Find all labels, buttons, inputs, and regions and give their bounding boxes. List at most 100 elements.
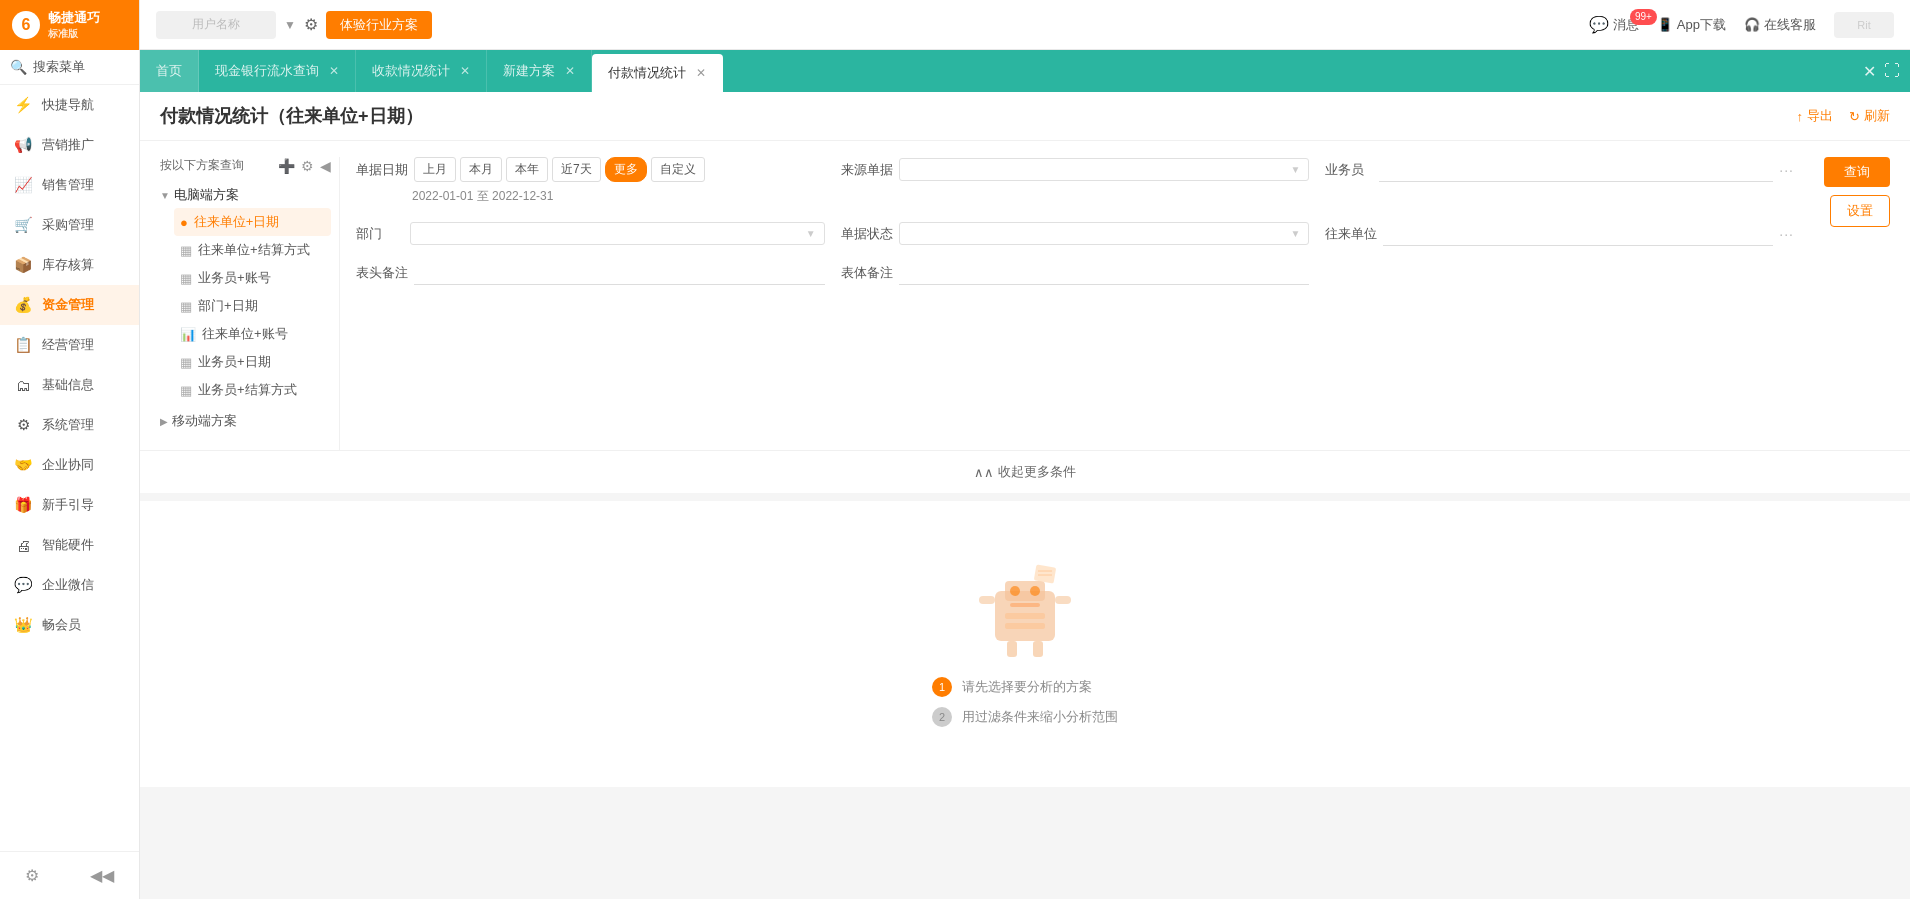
svg-rect-8 xyxy=(1033,641,1043,657)
collapse-more-button[interactable]: ∧∧ 收起更多条件 xyxy=(974,463,1076,481)
counterpart-dots[interactable]: ··· xyxy=(1779,226,1794,242)
user-avatar[interactable]: Rit xyxy=(1834,12,1894,38)
sidebar-item-inventory[interactable]: 📦 库存核算 xyxy=(0,245,139,285)
sidebar-item-label: 系统管理 xyxy=(42,416,94,434)
sidebar-bottom: ⚙ ◀◀ xyxy=(0,851,139,899)
export-button[interactable]: ↑ 导出 xyxy=(1797,107,1834,125)
sidebar-item-label: 销售管理 xyxy=(42,176,94,194)
scheme-collapse-icon[interactable]: ◀ xyxy=(320,158,331,174)
scheme-item-icon: ▦ xyxy=(180,383,192,398)
sidebar-item-system[interactable]: ⚙ 系统管理 xyxy=(0,405,139,445)
svg-rect-4 xyxy=(1010,603,1040,607)
tab-receipt-stats-label: 收款情况统计 xyxy=(372,62,450,80)
tab-new-scheme[interactable]: 新建方案 ✕ xyxy=(487,50,592,92)
marketing-icon: 📢 xyxy=(14,136,32,154)
search-menu[interactable]: 🔍 搜索菜单 xyxy=(0,50,139,85)
app-download-button[interactable]: 📱 App下载 xyxy=(1657,16,1726,34)
tab-close-all-button[interactable]: ✕ xyxy=(1863,62,1876,81)
filter-settings-button[interactable]: 设置 xyxy=(1830,195,1890,227)
counterpart-input[interactable] xyxy=(1383,221,1773,246)
tab-receipt-stats-close[interactable]: ✕ xyxy=(460,64,470,78)
collapse-sidebar-icon[interactable]: ◀◀ xyxy=(84,860,120,891)
scheme-settings-icon[interactable]: ⚙ xyxy=(301,158,314,174)
sidebar-item-label: 企业微信 xyxy=(42,576,94,594)
salesman-input[interactable] xyxy=(1379,157,1773,182)
sidebar-item-wechat[interactable]: 💬 企业微信 xyxy=(0,565,139,605)
page-title: 付款情况统计（往来单位+日期） xyxy=(160,104,423,128)
tab-maximize-button[interactable]: ⛶ xyxy=(1884,62,1900,80)
refresh-icon: ↻ xyxy=(1849,109,1860,124)
scheme-item-dept-date[interactable]: ▦ 部门+日期 xyxy=(174,292,331,320)
settings-bottom-icon[interactable]: ⚙ xyxy=(19,860,45,891)
scheme-item-counterpart-account[interactable]: 📊 往来单位+账号 xyxy=(174,320,331,348)
step-num-1: 1 xyxy=(932,677,952,697)
step-1-label: 请先选择要分析的方案 xyxy=(962,678,1092,696)
scheme-item-icon: ▦ xyxy=(180,355,192,370)
online-service-button[interactable]: 🎧 在线客服 xyxy=(1744,16,1816,34)
date-btn-custom[interactable]: 自定义 xyxy=(651,157,705,182)
scheme-header-label: 按以下方案查询 xyxy=(160,157,244,174)
sidebar-item-basic-info[interactable]: 🗂 基础信息 xyxy=(0,365,139,405)
sidebar-item-operation[interactable]: 📋 经营管理 xyxy=(0,325,139,365)
sidebar-item-guide[interactable]: 🎁 新手引导 xyxy=(0,485,139,525)
dept-select[interactable]: ▼ xyxy=(410,222,825,245)
desktop-group-header[interactable]: ▼ 电脑端方案 xyxy=(160,182,331,208)
try-industry-button[interactable]: 体验行业方案 xyxy=(326,11,432,39)
app-edition: 标准版 xyxy=(48,27,100,41)
scheme-item-salesman-date[interactable]: ▦ 业务员+日期 xyxy=(174,348,331,376)
tab-home[interactable]: 首页 xyxy=(140,50,199,92)
tab-payment-stats[interactable]: 付款情况统计 ✕ xyxy=(592,54,723,92)
sidebar-item-quick-nav[interactable]: ⚡ 快捷导航 xyxy=(0,85,139,125)
header-note-input[interactable] xyxy=(414,260,825,285)
query-button[interactable]: 查询 xyxy=(1824,157,1890,187)
salesman-dots[interactable]: ··· xyxy=(1779,162,1794,178)
collapse-row: ∧∧ 收起更多条件 xyxy=(140,450,1910,493)
sidebar-item-hardware[interactable]: 🖨 智能硬件 xyxy=(0,525,139,565)
message-badge: 99+ xyxy=(1630,9,1657,25)
scheme-item-salesman-settlement[interactable]: ▦ 业务员+结算方式 xyxy=(174,376,331,404)
settings-button[interactable]: ⚙ xyxy=(304,15,318,34)
empty-steps: 1 请先选择要分析的方案 2 用过滤条件来缩小分析范围 xyxy=(932,677,1118,727)
sidebar-item-purchase[interactable]: 🛒 采购管理 xyxy=(0,205,139,245)
tab-new-scheme-close[interactable]: ✕ xyxy=(565,64,575,78)
export-label: 导出 xyxy=(1807,107,1833,125)
scheme-header-actions: ➕ ⚙ ◀ xyxy=(278,158,331,174)
tab-payment-stats-close[interactable]: ✕ xyxy=(696,66,706,80)
scheme-add-icon[interactable]: ➕ xyxy=(278,158,295,174)
scheme-item-salesman-account[interactable]: ▦ 业务员+账号 xyxy=(174,264,331,292)
collapse-icon: ∧∧ xyxy=(974,465,994,480)
tab-cash-flow[interactable]: 现金银行流水查询 ✕ xyxy=(199,50,356,92)
sidebar-item-label: 畅会员 xyxy=(42,616,81,634)
empty-step-2: 2 用过滤条件来缩小分析范围 xyxy=(932,707,1118,727)
tab-cash-flow-close[interactable]: ✕ xyxy=(329,64,339,78)
sidebar-item-vip[interactable]: 👑 畅会员 xyxy=(0,605,139,645)
sidebar-item-label: 新手引导 xyxy=(42,496,94,514)
step-num-2: 2 xyxy=(932,707,952,727)
query-actions: 查询 设置 xyxy=(1810,157,1890,227)
mobile-scheme-group: ▶ 移动端方案 xyxy=(160,408,331,434)
sidebar-item-label: 库存核算 xyxy=(42,256,94,274)
sidebar-item-sales[interactable]: 📈 销售管理 xyxy=(0,165,139,205)
sidebar-item-collab[interactable]: 🤝 企业协同 xyxy=(0,445,139,485)
refresh-button[interactable]: ↻ 刷新 xyxy=(1849,107,1890,125)
sidebar-item-finance[interactable]: 💰 资金管理 xyxy=(0,285,139,325)
date-btn-7days[interactable]: 近7天 xyxy=(552,157,601,182)
tab-bar-actions: ✕ ⛶ xyxy=(1863,50,1910,92)
body-note-input[interactable] xyxy=(899,260,1310,285)
scheme-item-counterpart-date[interactable]: ● 往来单位+日期 xyxy=(174,208,331,236)
service-label: 在线客服 xyxy=(1764,16,1816,34)
scheme-item-counterpart-settlement[interactable]: ▦ 往来单位+结算方式 xyxy=(174,236,331,264)
user-dropdown-icon[interactable]: ▼ xyxy=(284,18,296,32)
date-btn-this-month[interactable]: 本月 xyxy=(460,157,502,182)
sidebar-item-label: 营销推广 xyxy=(42,136,94,154)
mobile-group-header[interactable]: ▶ 移动端方案 xyxy=(160,408,331,434)
message-button[interactable]: 💬 消息 99+ xyxy=(1589,15,1639,34)
sidebar-item-marketing[interactable]: 📢 营销推广 xyxy=(0,125,139,165)
tab-receipt-stats[interactable]: 收款情况统计 ✕ xyxy=(356,50,487,92)
date-btn-last-month[interactable]: 上月 xyxy=(414,157,456,182)
doc-status-select[interactable]: ▼ xyxy=(899,222,1310,245)
sidebar-item-label: 企业协同 xyxy=(42,456,94,474)
date-btn-this-year[interactable]: 本年 xyxy=(506,157,548,182)
source-select[interactable]: ▼ xyxy=(899,158,1310,181)
date-btn-more[interactable]: 更多 xyxy=(605,157,647,182)
